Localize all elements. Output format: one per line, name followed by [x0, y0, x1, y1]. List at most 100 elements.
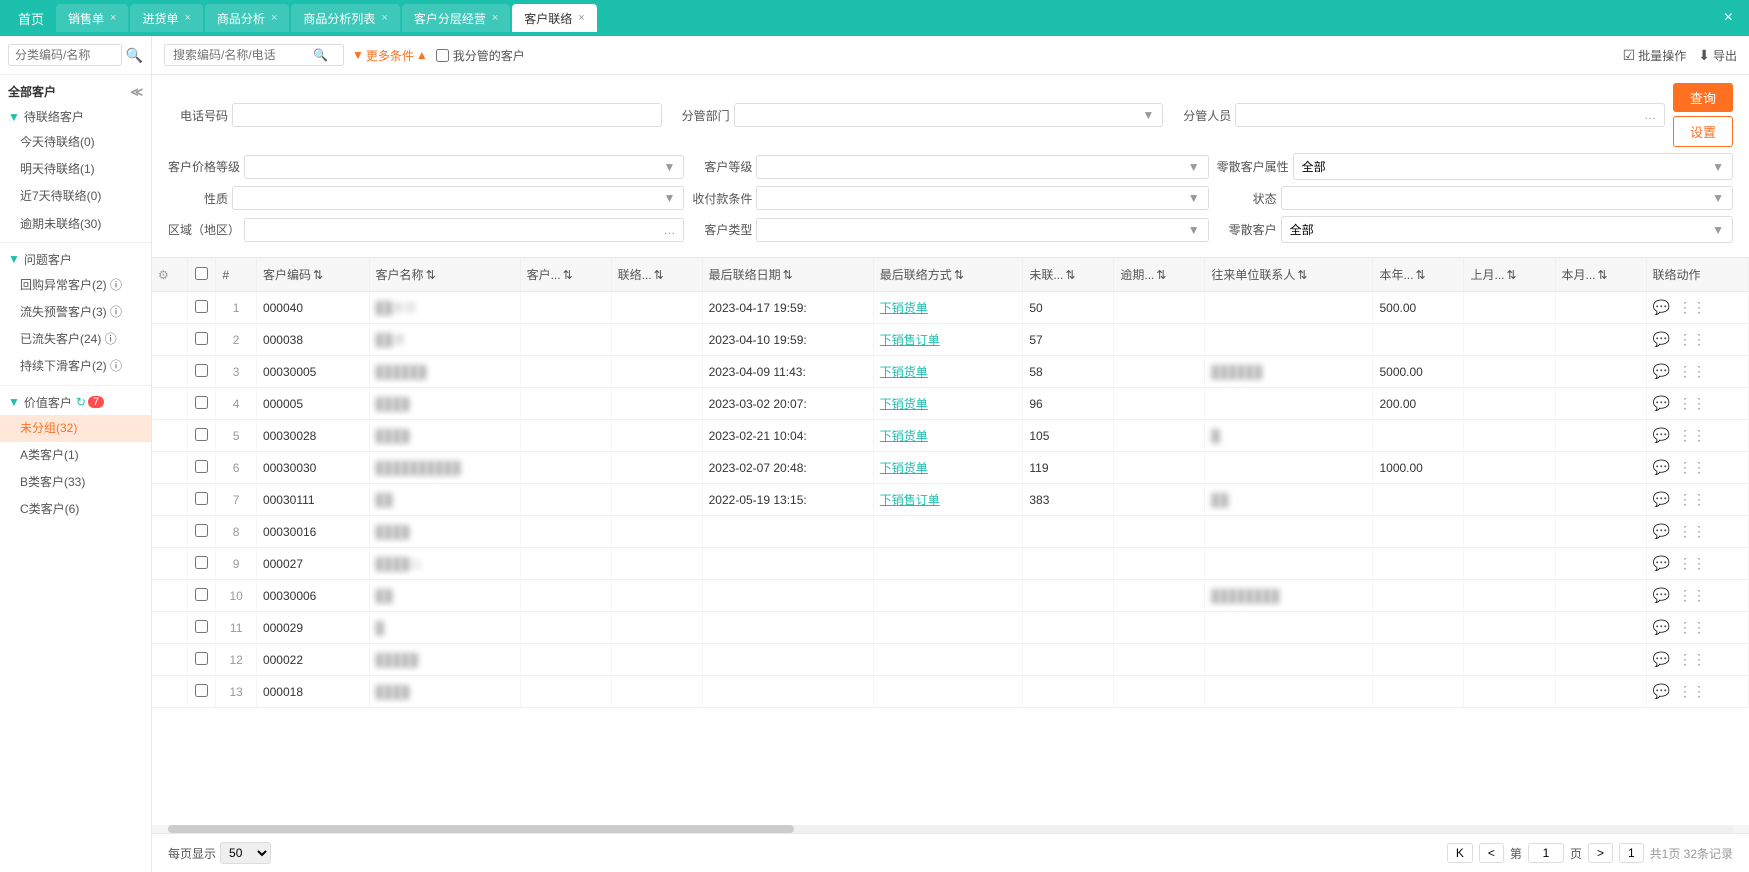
person-select[interactable]: …: [1235, 103, 1665, 127]
batch-ops-button[interactable]: ☑ 批量操作: [1623, 47, 1687, 64]
next-page-button[interactable]: >: [1588, 843, 1613, 863]
message-icon[interactable]: 💬: [1653, 459, 1670, 476]
filter-search-icon[interactable]: 🔍: [313, 48, 328, 62]
sidebar-item-c-class[interactable]: C类客户(6): [0, 496, 151, 523]
th-last-contact-date[interactable]: 最后联络日期⇅: [702, 258, 873, 292]
grid-icon[interactable]: ⋮⋮: [1678, 331, 1706, 348]
row-checkbox[interactable]: [195, 396, 208, 409]
th-this-year[interactable]: 本年...⇅: [1373, 258, 1464, 292]
sidebar-item-tomorrow[interactable]: 明天待联络(1): [0, 156, 151, 183]
grid-icon[interactable]: ⋮⋮: [1678, 459, 1706, 476]
sidebar-item-overdue[interactable]: 逾期未联络(30): [0, 211, 151, 238]
row-checkbox[interactable]: [195, 492, 208, 505]
grid-icon[interactable]: ⋮⋮: [1678, 651, 1706, 668]
nav-home[interactable]: 首页: [8, 9, 54, 28]
th-name[interactable]: 客户名称⇅: [369, 258, 520, 292]
grid-icon[interactable]: ⋮⋮: [1678, 427, 1706, 444]
cell-last-contact-method[interactable]: [873, 548, 1023, 580]
th-this-month[interactable]: 本月...⇅: [1555, 258, 1646, 292]
sidebar-item-declining[interactable]: 持续下滑客户(2) ⓘ: [0, 353, 151, 380]
select-all-checkbox[interactable]: [195, 267, 208, 280]
grid-icon[interactable]: ⋮⋮: [1678, 523, 1706, 540]
sidebar-group-pending[interactable]: ▼ 待联络客户: [0, 104, 151, 129]
message-icon[interactable]: 💬: [1653, 299, 1670, 316]
scrollbar-thumb[interactable]: [168, 825, 794, 833]
row-checkbox[interactable]: [195, 588, 208, 601]
customer-type-select[interactable]: ▼: [756, 218, 1208, 242]
zero-customer-select[interactable]: 全部 ▼: [1281, 216, 1733, 243]
row-checkbox[interactable]: [195, 300, 208, 313]
sidebar-group-problem[interactable]: ▼ 问题客户: [0, 247, 151, 272]
message-icon[interactable]: 💬: [1653, 555, 1670, 572]
row-checkbox[interactable]: [195, 428, 208, 441]
grid-icon[interactable]: ⋮⋮: [1678, 491, 1706, 508]
nav-tab-analysis[interactable]: 商品分析 ×: [205, 4, 289, 32]
grid-icon[interactable]: ⋮⋮: [1678, 683, 1706, 700]
nav-tab-crm[interactable]: 客户分层经营 ×: [402, 4, 510, 32]
cell-last-contact-method[interactable]: [873, 612, 1023, 644]
filter-search-input[interactable]: [173, 48, 313, 62]
dept-select[interactable]: ▼: [734, 103, 1164, 127]
prev-page-button[interactable]: <: [1479, 843, 1504, 863]
message-icon[interactable]: 💬: [1653, 619, 1670, 636]
region-select[interactable]: …: [244, 218, 684, 242]
th-overdue[interactable]: 逾期...⇅: [1114, 258, 1205, 292]
message-icon[interactable]: 💬: [1653, 587, 1670, 604]
nav-tab-purchase[interactable]: 进货单 ×: [130, 4, 202, 32]
close-contact-tab[interactable]: ×: [578, 12, 584, 24]
row-checkbox[interactable]: [195, 556, 208, 569]
cell-last-contact-method[interactable]: 下销货单: [873, 420, 1023, 452]
message-icon[interactable]: 💬: [1653, 395, 1670, 412]
row-checkbox[interactable]: [195, 652, 208, 665]
sidebar-group-value[interactable]: ▼ 价值客户 ↻ 7: [0, 390, 151, 415]
zero-attr-select[interactable]: 全部 ▼: [1293, 153, 1733, 180]
th-settings[interactable]: ⚙: [152, 258, 188, 292]
close-crm-tab[interactable]: ×: [492, 12, 498, 24]
cell-last-contact-method[interactable]: 下销售订单: [873, 324, 1023, 356]
grid-icon[interactable]: ⋮⋮: [1678, 299, 1706, 316]
sidebar-item-b-class[interactable]: B类客户(33): [0, 469, 151, 496]
sidebar-item-today[interactable]: 今天待联络(0): [0, 129, 151, 156]
grid-icon[interactable]: ⋮⋮: [1678, 395, 1706, 412]
sidebar-item-ungroup[interactable]: 未分组(32): [0, 415, 151, 442]
phone-input[interactable]: [232, 103, 662, 127]
sidebar-item-abnormal[interactable]: 回购异常客户(2) ⓘ: [0, 272, 151, 299]
settings-gear-icon[interactable]: ⚙: [158, 268, 169, 282]
price-level-select[interactable]: ▼: [244, 155, 684, 179]
message-icon[interactable]: 💬: [1653, 427, 1670, 444]
close-sales-tab[interactable]: ×: [110, 12, 116, 24]
th-type[interactable]: 客户...⇅: [520, 258, 611, 292]
query-button[interactable]: 查询: [1673, 83, 1733, 112]
sidebar-search-icon[interactable]: 🔍: [126, 47, 143, 64]
cell-last-contact-method[interactable]: 下销货单: [873, 388, 1023, 420]
horizontal-scrollbar[interactable]: [168, 825, 1733, 833]
grid-icon[interactable]: ⋮⋮: [1678, 619, 1706, 636]
reset-button[interactable]: 设置: [1673, 116, 1733, 147]
close-purchase-tab[interactable]: ×: [184, 12, 190, 24]
row-checkbox[interactable]: [195, 460, 208, 473]
row-checkbox[interactable]: [195, 364, 208, 377]
refresh-icon[interactable]: ↻: [76, 395, 86, 409]
first-page-button[interactable]: K: [1447, 843, 1473, 863]
row-checkbox[interactable]: [195, 524, 208, 537]
cell-last-contact-method[interactable]: 下销售订单: [873, 484, 1023, 516]
th-code[interactable]: 客户编码⇅: [256, 258, 369, 292]
th-no-contact[interactable]: 未联...⇅: [1023, 258, 1114, 292]
th-last-contact-method[interactable]: 最后联络方式⇅: [873, 258, 1023, 292]
grid-icon[interactable]: ⋮⋮: [1678, 587, 1706, 604]
message-icon[interactable]: 💬: [1653, 651, 1670, 668]
last-page-button[interactable]: 1: [1619, 843, 1644, 863]
cell-last-contact-method[interactable]: [873, 676, 1023, 708]
close-analysis-list-tab[interactable]: ×: [381, 12, 387, 24]
filter-more-conditions[interactable]: ▼ 更多条件 ▲: [352, 47, 428, 64]
sidebar-item-churn-warning[interactable]: 流失预警客户(3) ⓘ: [0, 299, 151, 326]
cell-last-contact-method[interactable]: [873, 580, 1023, 612]
cell-last-contact-method[interactable]: [873, 516, 1023, 548]
status-select[interactable]: ▼: [1281, 186, 1733, 210]
page-size-select[interactable]: 50 20 100: [220, 842, 271, 864]
th-last-month[interactable]: 上月...⇅: [1464, 258, 1555, 292]
th-contact[interactable]: 联络...⇅: [611, 258, 702, 292]
nav-tab-contact[interactable]: 客户联络 ×: [512, 4, 596, 32]
sidebar-item-7days[interactable]: 近7天待联络(0): [0, 183, 151, 210]
sidebar-search-input[interactable]: [8, 44, 122, 66]
